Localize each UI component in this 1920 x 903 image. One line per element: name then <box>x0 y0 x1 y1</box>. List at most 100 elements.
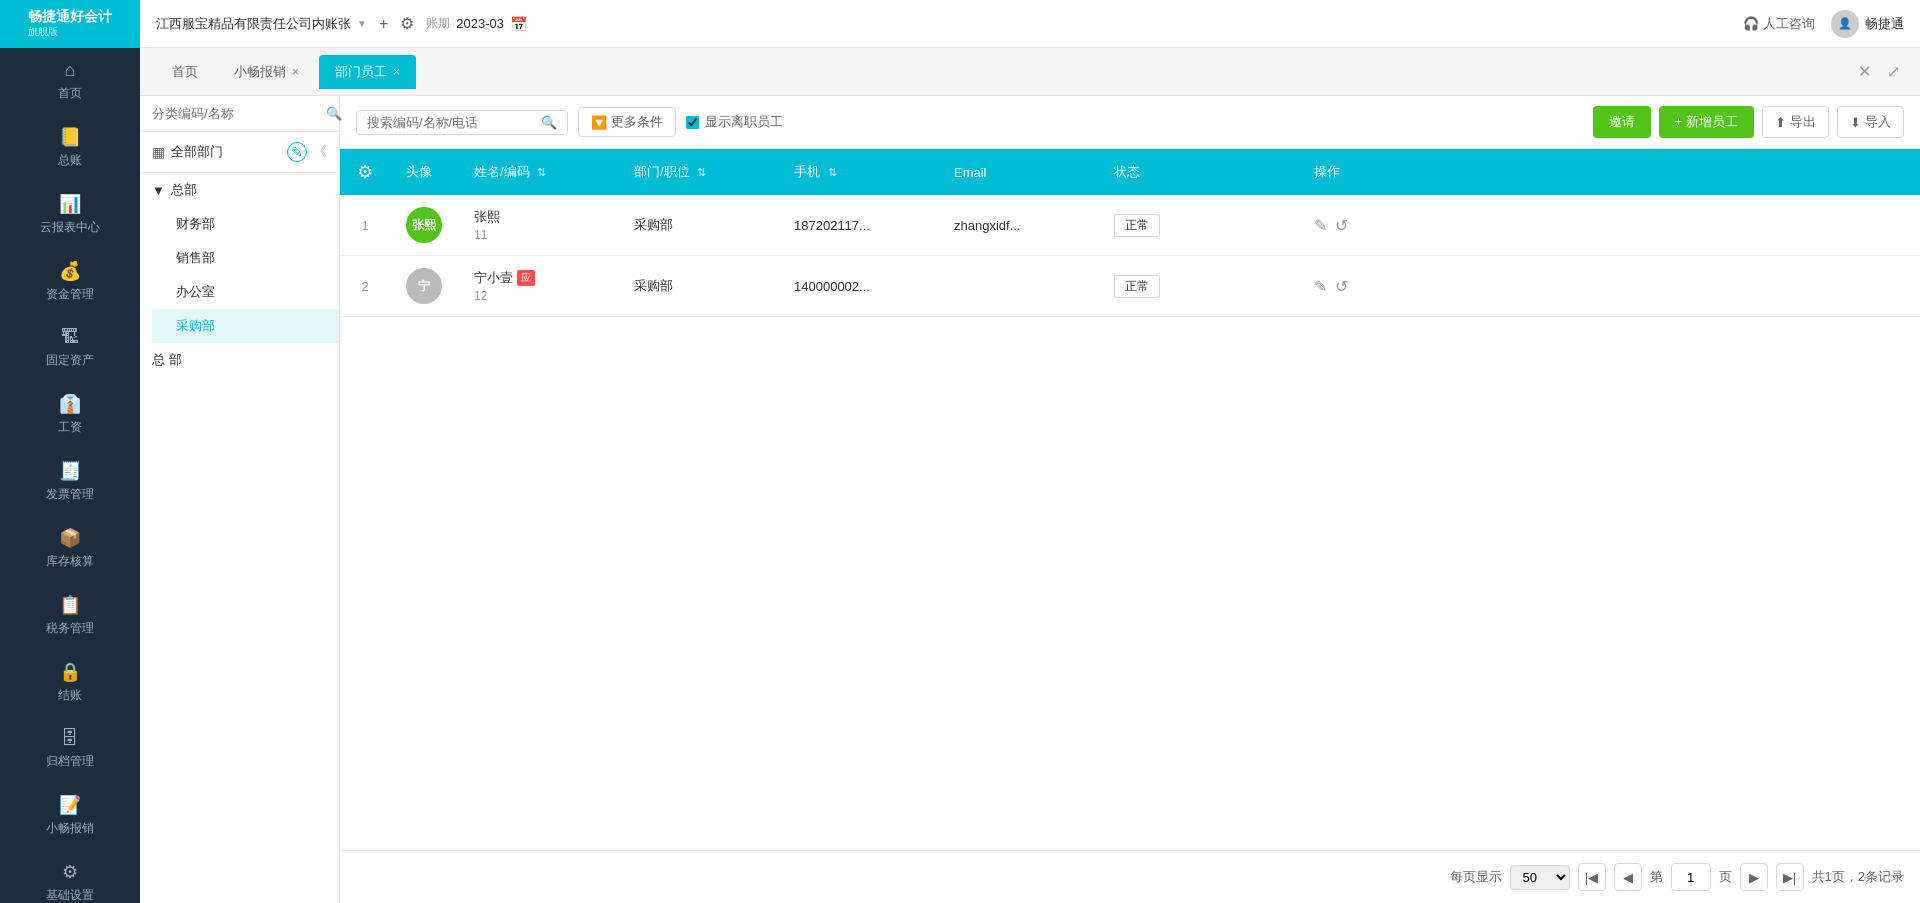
dept-node-general-header[interactable]: ▼ 总部 <box>140 173 339 207</box>
filter-label: 更多条件 <box>611 113 663 131</box>
dept-search-input[interactable] <box>152 106 320 121</box>
sidebar: ⌂ 首页 📒 总账 📊 云报表中心 💰 资金管理 🏗 固定资产 👔 工资 🧾 发… <box>0 48 140 903</box>
next-page-button[interactable]: ▶ <box>1740 863 1768 891</box>
prev-page-button[interactable]: ◀ <box>1614 863 1642 891</box>
employee-code: 12 <box>474 289 602 303</box>
dept-panel: 🔍 ▦ 全部部门 ✎ 《 ▼ 总部 财务部 <box>140 96 340 903</box>
sidebar-label-invoice: 发票管理 <box>46 486 94 503</box>
sidebar-label-salary: 工资 <box>58 419 82 436</box>
dept-cell: 采购部 <box>618 256 778 317</box>
sidebar-label-expense: 小畅报销 <box>46 820 94 837</box>
dept-node-hq[interactable]: 总 部 <box>140 343 339 377</box>
all-dept-label[interactable]: 全部部门 <box>171 143 281 161</box>
edit-employee-icon[interactable]: ✎ <box>1314 216 1327 235</box>
employee-search-box: 🔍 <box>356 110 568 135</box>
sidebar-label-closing: 结账 <box>58 687 82 704</box>
dept-node-office[interactable]: 办公室 <box>152 275 339 309</box>
app-logo[interactable]: 畅捷通好会计 旗舰版 <box>0 0 140 48</box>
sidebar-item-tax[interactable]: 📋 税务管理 <box>0 582 140 649</box>
employee-name: 张熙 <box>474 208 500 226</box>
sidebar-item-salary[interactable]: 👔 工资 <box>0 381 140 448</box>
dept-node-sales[interactable]: 销售部 <box>152 241 339 275</box>
sidebar-item-closing[interactable]: 🔒 结账 <box>0 649 140 716</box>
sidebar-item-inventory[interactable]: 📦 库存核算 <box>0 515 140 582</box>
per-page-select[interactable]: 50 100 <box>1510 865 1570 890</box>
more-action-icon[interactable]: ↺ <box>1335 277 1348 296</box>
sidebar-item-funds[interactable]: 💰 资金管理 <box>0 248 140 315</box>
collapse-dept-icon[interactable]: 《 <box>313 143 327 161</box>
tab-report-close[interactable]: × <box>292 65 299 79</box>
col-dept[interactable]: 部门/职位 ⇅ <box>618 149 778 195</box>
sidebar-label-assets: 固定资产 <box>46 352 94 369</box>
table-settings-icon[interactable]: ⚙ <box>357 162 373 182</box>
tab-report[interactable]: 小畅报销 × <box>218 55 315 89</box>
company-arrow-icon: ▼ <box>357 18 367 29</box>
last-page-button[interactable]: ▶| <box>1776 863 1804 891</box>
tab-home[interactable]: 首页 <box>156 55 214 89</box>
sidebar-item-expense[interactable]: 📝 小畅报销 <box>0 782 140 849</box>
avatar-cell: 宁 <box>390 256 458 317</box>
period-value: 2023-03 <box>456 16 504 31</box>
settings-icon[interactable]: ⚙ <box>400 14 414 33</box>
invite-button[interactable]: 邀请 <box>1593 106 1651 138</box>
table-row: 1 张熙 张熙 11 采购部 187202117... zhangxidf... <box>340 195 1920 256</box>
actions-cell: ✎ ↺ <box>1298 195 1920 256</box>
salary-icon: 👔 <box>59 393 81 415</box>
dept-search-box: 🔍 <box>140 96 339 132</box>
more-action-icon[interactable]: ↺ <box>1335 216 1348 235</box>
show-resigned-checkbox[interactable] <box>686 116 699 129</box>
employee-search-icon[interactable]: 🔍 <box>541 115 557 130</box>
more-filter-button[interactable]: 🔽 更多条件 <box>578 107 676 137</box>
col-actions-label: 操作 <box>1314 164 1340 179</box>
sidebar-item-settings[interactable]: ⚙ 基础设置 <box>0 849 140 903</box>
tab-employees-close[interactable]: × <box>393 65 400 79</box>
sidebar-label-tax: 税务管理 <box>46 620 94 637</box>
tabbar-actions: ✕ ⤢ <box>1854 58 1904 85</box>
employee-tbody: 1 张熙 张熙 11 采购部 187202117... zhangxidf... <box>340 195 1920 317</box>
edit-employee-icon[interactable]: ✎ <box>1314 277 1327 296</box>
app-sub: 旗舰版 <box>28 25 112 39</box>
sidebar-item-archive[interactable]: 🗄 归档管理 <box>0 716 140 782</box>
calendar-icon[interactable]: 📅 <box>510 16 527 32</box>
customer-service-button[interactable]: 🎧 人工咨询 <box>1743 15 1815 33</box>
close-tab-button[interactable]: ✕ <box>1854 58 1875 85</box>
dept-node-purchase[interactable]: 采购部 <box>152 309 339 343</box>
col-email: Email <box>938 149 1098 195</box>
employee-search-input[interactable] <box>367 115 535 130</box>
sidebar-item-ledger[interactable]: 📒 总账 <box>0 114 140 181</box>
sidebar-label-archive: 归档管理 <box>46 753 94 770</box>
dept-tree: ▼ 总部 财务部 销售部 办公室 采购 <box>140 173 339 903</box>
dept-node-general-label: 总部 <box>171 181 197 199</box>
sidebar-item-reports[interactable]: 📊 云报表中心 <box>0 181 140 248</box>
toolbar-right: 邀请 + 新增员工 ⬆ 导出 ⬇ 导入 <box>1593 106 1904 138</box>
col-phone[interactable]: 手机 ⇅ <box>778 149 938 195</box>
tab-employees[interactable]: 部门员工 × <box>319 55 416 89</box>
user-menu[interactable]: 👤 畅捷通 <box>1831 10 1904 38</box>
company-selector[interactable]: 江西服宝精品有限责任公司内账张 ▼ <box>156 15 367 33</box>
edit-dept-icon[interactable]: ✎ <box>287 142 307 162</box>
show-resigned-label[interactable]: 显示离职员工 <box>686 113 783 131</box>
employee-dept: 采购部 <box>634 278 673 293</box>
sidebar-label-home: 首页 <box>58 85 82 102</box>
page-input[interactable] <box>1671 863 1711 891</box>
dept-cell: 采购部 <box>618 195 778 256</box>
sidebar-item-assets[interactable]: 🏗 固定资产 <box>0 315 140 381</box>
employee-table: ⚙ 头像 姓名/编码 ⇅ 部门/职位 <box>340 149 1920 317</box>
add-tab-button[interactable]: + <box>379 15 388 33</box>
sidebar-item-home[interactable]: ⌂ 首页 <box>0 48 140 114</box>
export-button[interactable]: ⬆ 导出 <box>1762 106 1829 138</box>
employee-name: 宁小壹 <box>474 269 513 287</box>
sidebar-item-invoice[interactable]: 🧾 发票管理 <box>0 448 140 515</box>
assets-icon: 🏗 <box>61 327 79 348</box>
employee-toolbar: 🔍 🔽 更多条件 显示离职员工 邀请 + 新增员工 ⬆ <box>340 96 1920 149</box>
employee-dept: 采购部 <box>634 217 673 232</box>
add-employee-button[interactable]: + 新增员工 <box>1659 106 1754 138</box>
import-button[interactable]: ⬇ 导入 <box>1837 106 1904 138</box>
phone-sort-icon: ⇅ <box>828 166 837 178</box>
first-page-button[interactable]: |◀ <box>1578 863 1606 891</box>
dept-node-finance[interactable]: 财务部 <box>152 207 339 241</box>
col-status-label: 状态 <box>1114 164 1140 179</box>
col-name[interactable]: 姓名/编码 ⇅ <box>458 149 618 195</box>
col-settings[interactable]: ⚙ <box>340 149 390 195</box>
expand-tab-button[interactable]: ⤢ <box>1883 58 1904 85</box>
